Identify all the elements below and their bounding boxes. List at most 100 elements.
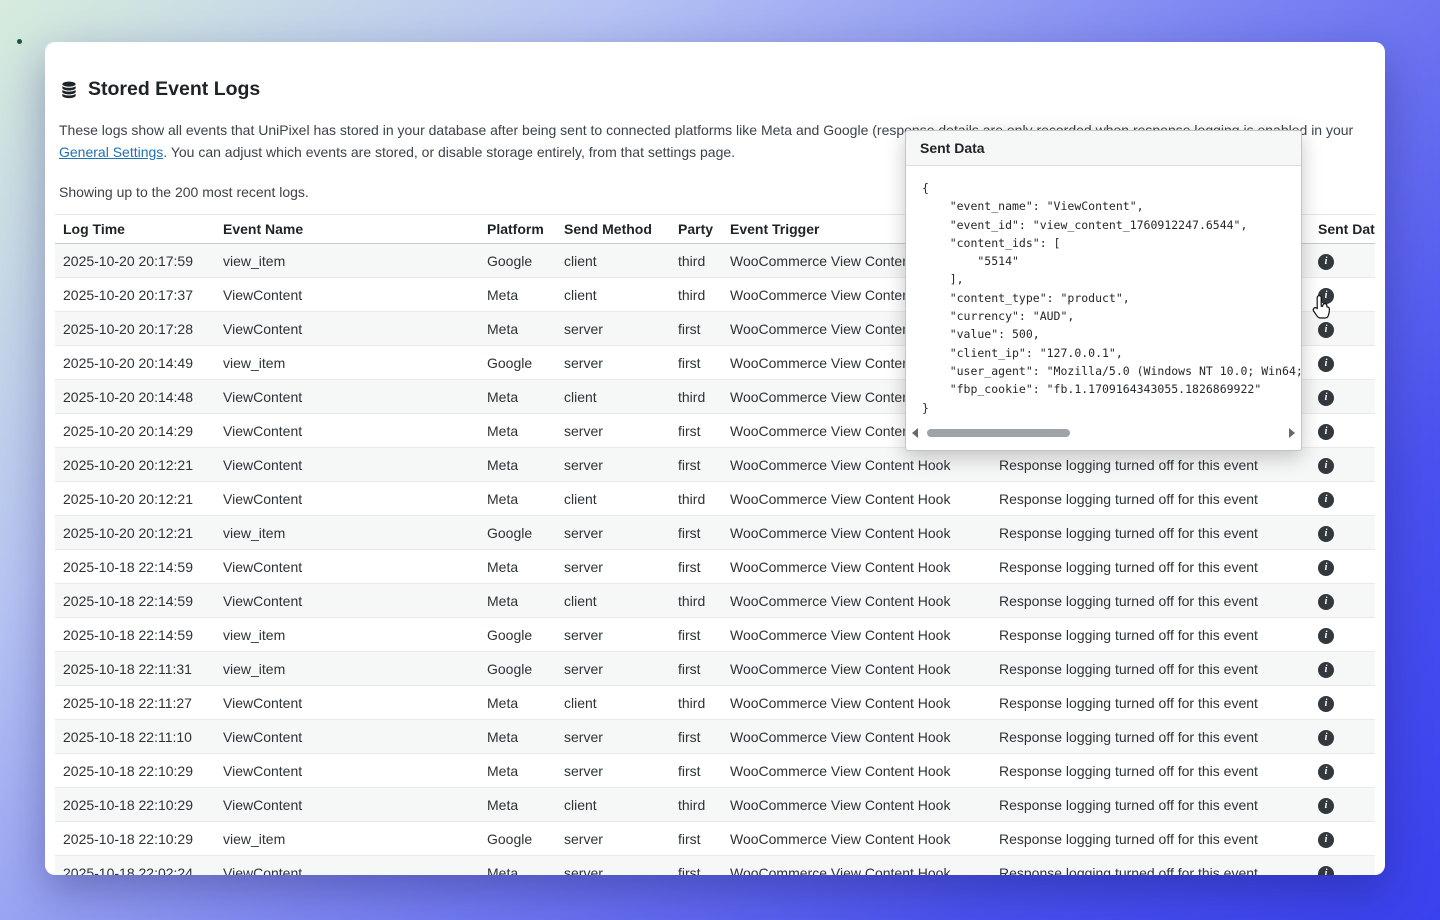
cell-event-name: view_item bbox=[215, 243, 479, 278]
cell-response: Response logging turned off for this eve… bbox=[991, 583, 1310, 618]
cell-event-name: ViewContent bbox=[215, 311, 479, 346]
cell-log-time: 2025-10-20 20:14:29 bbox=[55, 413, 215, 448]
cell-event-name: ViewContent bbox=[215, 549, 479, 584]
col-platform: Platform bbox=[479, 214, 556, 244]
cell-sent-data: i bbox=[1310, 549, 1375, 584]
cell-event-trigger: WooCommerce View Content Hook bbox=[722, 821, 991, 856]
cell-event-trigger: WooCommerce View Content Hook bbox=[722, 685, 991, 720]
cell-event-trigger: WooCommerce View Content Hook bbox=[722, 583, 991, 618]
table-row: 2025-10-18 22:14:59 view_item Google ser… bbox=[55, 617, 1375, 652]
table-row: 2025-10-18 22:10:29 view_item Google ser… bbox=[55, 821, 1375, 856]
cell-party: first bbox=[670, 753, 722, 788]
cell-log-time: 2025-10-20 20:14:48 bbox=[55, 379, 215, 414]
sent-data-info-icon[interactable]: i bbox=[1318, 492, 1334, 508]
cell-event-trigger: WooCommerce View Content Hook bbox=[722, 481, 991, 516]
cell-party: first bbox=[670, 345, 722, 380]
cell-party: first bbox=[670, 855, 722, 875]
cell-event-name: view_item bbox=[215, 821, 479, 856]
cell-platform: Meta bbox=[479, 685, 556, 720]
cell-event-trigger: WooCommerce View Content Hook bbox=[722, 617, 991, 652]
cell-party: first bbox=[670, 549, 722, 584]
cell-sent-data: i bbox=[1310, 651, 1375, 686]
cell-event-name: view_item bbox=[215, 617, 479, 652]
cell-event-name: ViewContent bbox=[215, 277, 479, 312]
scrollbar-thumb[interactable] bbox=[927, 428, 1070, 437]
cell-log-time: 2025-10-20 20:12:21 bbox=[55, 515, 215, 550]
cell-sent-data: i bbox=[1310, 413, 1375, 448]
sent-data-json: { "event_name": "ViewContent", "event_id… bbox=[922, 181, 1301, 415]
sent-data-info-icon[interactable]: i bbox=[1318, 288, 1334, 304]
sent-data-info-icon[interactable]: i bbox=[1318, 866, 1334, 875]
sent-data-info-icon[interactable]: i bbox=[1318, 832, 1334, 848]
cell-event-trigger: WooCommerce View Content Hook bbox=[722, 753, 991, 788]
cell-platform: Meta bbox=[479, 855, 556, 875]
sent-data-info-icon[interactable]: i bbox=[1318, 356, 1334, 372]
cell-sent-data: i bbox=[1310, 515, 1375, 550]
sent-data-info-icon[interactable]: i bbox=[1318, 662, 1334, 678]
popup-horizontal-scrollbar[interactable] bbox=[906, 419, 1301, 450]
cell-log-time: 2025-10-18 22:11:10 bbox=[55, 719, 215, 754]
sent-data-info-icon[interactable]: i bbox=[1318, 526, 1334, 542]
cell-sent-data: i bbox=[1310, 685, 1375, 720]
sent-data-info-icon[interactable]: i bbox=[1318, 458, 1334, 474]
cell-response: Response logging turned off for this eve… bbox=[991, 685, 1310, 720]
cell-sent-data: i bbox=[1310, 617, 1375, 652]
page-title: Stored Event Logs bbox=[59, 78, 1371, 101]
cell-send-method: server bbox=[556, 719, 670, 754]
cell-platform: Meta bbox=[479, 583, 556, 618]
cell-response: Response logging turned off for this eve… bbox=[991, 719, 1310, 754]
cell-send-method: server bbox=[556, 617, 670, 652]
cell-send-method: client bbox=[556, 481, 670, 516]
cell-event-name: ViewContent bbox=[215, 413, 479, 448]
cell-event-trigger: WooCommerce View Content Hook bbox=[722, 719, 991, 754]
cell-platform: Google bbox=[479, 821, 556, 856]
cell-sent-data: i bbox=[1310, 345, 1375, 380]
scroll-left-arrow-icon[interactable] bbox=[912, 427, 918, 438]
sent-data-info-icon[interactable]: i bbox=[1318, 696, 1334, 712]
sent-data-info-icon[interactable]: i bbox=[1318, 390, 1334, 406]
table-row: 2025-10-18 22:11:31 view_item Google ser… bbox=[55, 651, 1375, 686]
cell-party: third bbox=[670, 787, 722, 822]
sent-data-info-icon[interactable]: i bbox=[1318, 560, 1334, 576]
cell-response: Response logging turned off for this eve… bbox=[991, 481, 1310, 516]
general-settings-link[interactable]: General Settings bbox=[59, 144, 163, 160]
cell-sent-data: i bbox=[1310, 719, 1375, 754]
sent-data-info-icon[interactable]: i bbox=[1318, 628, 1334, 644]
sent-data-info-icon[interactable]: i bbox=[1318, 764, 1334, 780]
cell-response: Response logging turned off for this eve… bbox=[991, 821, 1310, 856]
cell-log-time: 2025-10-20 20:12:21 bbox=[55, 447, 215, 482]
cell-sent-data: i bbox=[1310, 277, 1375, 312]
cell-send-method: client bbox=[556, 787, 670, 822]
cell-platform: Google bbox=[479, 345, 556, 380]
cell-send-method: server bbox=[556, 821, 670, 856]
cell-platform: Google bbox=[479, 243, 556, 278]
cell-sent-data: i bbox=[1310, 447, 1375, 482]
cell-send-method: server bbox=[556, 345, 670, 380]
cell-party: third bbox=[670, 583, 722, 618]
cell-sent-data: i bbox=[1310, 583, 1375, 618]
sent-data-info-icon[interactable]: i bbox=[1318, 424, 1334, 440]
cell-event-trigger: WooCommerce View Content Hook bbox=[722, 855, 991, 875]
sent-data-info-icon[interactable]: i bbox=[1318, 322, 1334, 338]
scrollbar-track[interactable] bbox=[925, 428, 1282, 437]
cell-log-time: 2025-10-18 22:14:59 bbox=[55, 583, 215, 618]
cell-platform: Meta bbox=[479, 753, 556, 788]
sent-data-info-icon[interactable]: i bbox=[1318, 254, 1334, 270]
sent-data-info-icon[interactable]: i bbox=[1318, 730, 1334, 746]
cell-platform: Google bbox=[479, 651, 556, 686]
cell-sent-data: i bbox=[1310, 787, 1375, 822]
cell-sent-data: i bbox=[1310, 243, 1375, 278]
cell-event-trigger: WooCommerce View Content Hook bbox=[722, 549, 991, 584]
description-part3: . You can adjust which events are stored… bbox=[163, 144, 736, 160]
sent-data-info-icon[interactable]: i bbox=[1318, 594, 1334, 610]
scroll-right-arrow-icon[interactable] bbox=[1289, 427, 1295, 438]
sent-data-info-icon[interactable]: i bbox=[1318, 798, 1334, 814]
background-dot bbox=[17, 39, 22, 44]
cell-log-time: 2025-10-20 20:17:37 bbox=[55, 277, 215, 312]
cell-log-time: 2025-10-18 22:14:59 bbox=[55, 617, 215, 652]
cell-response: Response logging turned off for this eve… bbox=[991, 617, 1310, 652]
cell-event-name: view_item bbox=[215, 345, 479, 380]
page-title-text: Stored Event Logs bbox=[88, 78, 261, 100]
cell-send-method: client bbox=[556, 379, 670, 414]
cell-event-name: ViewContent bbox=[215, 855, 479, 875]
